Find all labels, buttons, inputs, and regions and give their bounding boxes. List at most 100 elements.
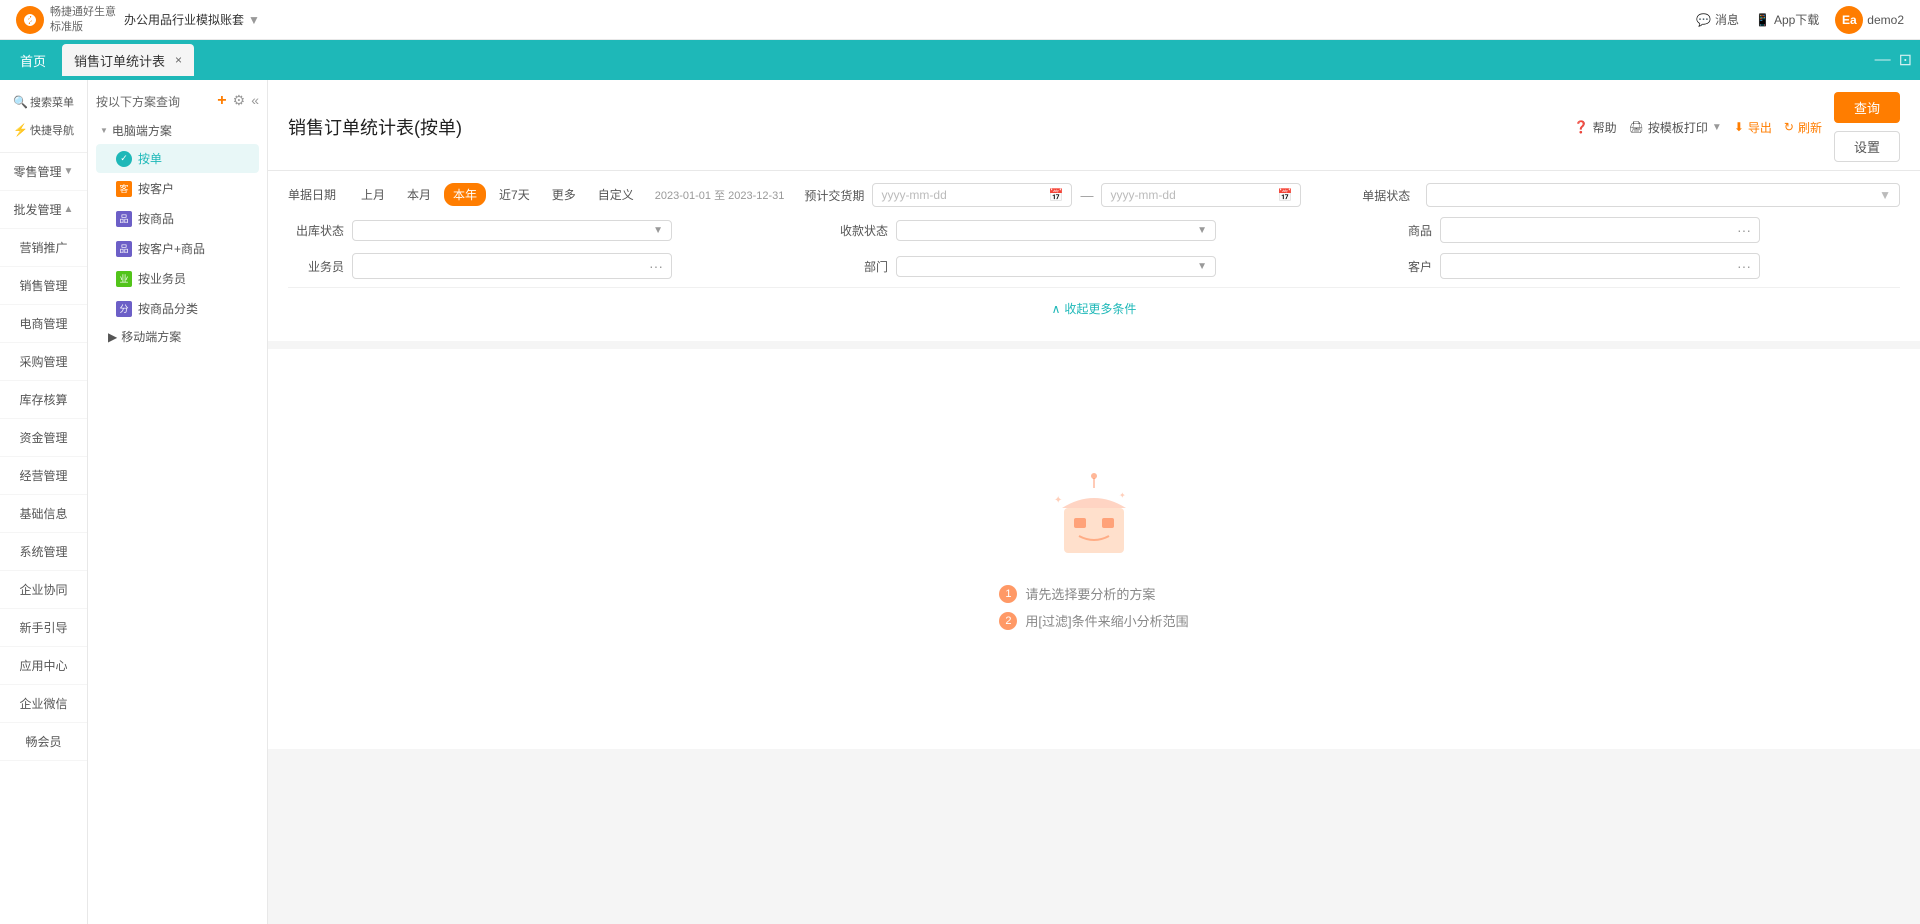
tip-number-1: 1 xyxy=(999,585,1017,603)
sidebar-item-wholesale[interactable]: 批发管理 ▲ xyxy=(0,191,87,229)
delivery-status-select[interactable]: ▼ xyxy=(352,220,672,241)
logo-text: 畅捷通好生意 标准版 xyxy=(50,5,116,34)
message-button[interactable]: 💬 消息 xyxy=(1696,11,1739,28)
left-panel-actions: + ⚙ « xyxy=(217,92,259,110)
date-dash: — xyxy=(1080,188,1093,203)
empty-illustration: ✦ ✦ xyxy=(1044,468,1144,568)
scheme-item-by-customer[interactable]: 客 按客户 xyxy=(96,174,259,203)
tip-number-2: 2 xyxy=(999,612,1017,630)
app-download-button[interactable]: 📱 App下载 xyxy=(1755,11,1819,28)
scheme-category-icon: 分 xyxy=(116,301,132,317)
status-label: 单据状态 xyxy=(1362,187,1418,204)
sidebar: 🔍 搜索菜单 ⚡ 快捷导航 零售管理 ▼ 批发管理 ▲ 营销推广 销售管理 电商… xyxy=(0,80,88,924)
logo-area: 畅捷通好生意 标准版 xyxy=(16,5,116,34)
filter-row-1: 单据日期 上月 本月 本年 近7天 更多 自定义 2023-01-01 至 20… xyxy=(288,183,1900,207)
sidebar-item-system[interactable]: 系统管理 xyxy=(0,533,87,571)
scheme-goods-icon: 品 xyxy=(116,211,132,227)
tab-bar: 首页 销售订单统计表 × — ⊡ xyxy=(0,40,1920,80)
nav-icon: ⚡ xyxy=(13,123,28,137)
export-icon: ⬇ xyxy=(1734,120,1744,134)
expected-date-label: 预计交货期 xyxy=(804,187,864,204)
expected-date-end-input[interactable]: yyyy-mm-dd 📅 xyxy=(1101,183,1301,207)
sidebar-item-member[interactable]: 畅会员 xyxy=(0,723,87,761)
export-button[interactable]: ⬇ 导出 xyxy=(1734,119,1772,136)
salesperson-filter: 业务员 ··· xyxy=(288,253,812,279)
customer-select[interactable]: ··· xyxy=(1440,253,1760,279)
collapse-panel-icon[interactable]: « xyxy=(251,92,259,110)
settings-button[interactable]: 设置 xyxy=(1834,131,1900,162)
sidebar-item-finance[interactable]: 资金管理 xyxy=(0,419,87,457)
date-btn-custom[interactable]: 自定义 xyxy=(589,183,643,206)
sidebar-search-button[interactable]: 🔍 搜索菜单 xyxy=(4,88,83,116)
scheme-item-by-goods[interactable]: 品 按商品 xyxy=(96,204,259,233)
delivery-status-label: 出库状态 xyxy=(288,222,344,239)
date-btn-more[interactable]: 更多 xyxy=(543,183,585,206)
header-left: 畅捷通好生意 标准版 办公用品行业模拟账套 ▼ xyxy=(16,5,260,34)
payment-chevron-icon: ▼ xyxy=(1197,225,1207,236)
message-icon: 💬 xyxy=(1696,13,1711,27)
salesperson-select[interactable]: ··· xyxy=(352,253,672,279)
sidebar-item-retail[interactable]: 零售管理 ▼ xyxy=(0,153,87,191)
page-header: 销售订单统计表(按单) ❓ 帮助 🖨 按模板打印 ▼ ⬇ 导出 xyxy=(268,80,1920,171)
goods-label: 商品 xyxy=(1376,222,1432,239)
svg-text:✦: ✦ xyxy=(1054,495,1062,506)
collapse-button[interactable]: ∧ 收起更多条件 xyxy=(1040,296,1149,321)
scheme-settings-icon[interactable]: ⚙ xyxy=(233,92,246,110)
query-btn-group: 查询 设置 xyxy=(1834,92,1900,162)
download-icon: 📱 xyxy=(1755,13,1770,27)
filter-row-2: 出库状态 ▼ 收款状态 ▼ 商品 xyxy=(288,217,1900,279)
refresh-button[interactable]: ↻ 刷新 xyxy=(1784,119,1822,136)
status-filter-group: 单据状态 ▼ xyxy=(1362,183,1900,207)
empty-tip-2: 2 用[过滤]条件来缩小分析范围 xyxy=(999,611,1188,630)
expected-date-start-input[interactable]: yyyy-mm-dd 📅 xyxy=(872,183,1072,207)
page-header-actions: ❓ 帮助 🖨 按模板打印 ▼ ⬇ 导出 ↻ 刷新 xyxy=(1574,92,1900,162)
tab-home[interactable]: 首页 xyxy=(8,44,58,76)
date-btn-this-month[interactable]: 本月 xyxy=(398,183,440,206)
scheme-item-by-salesperson[interactable]: 业 按业务员 xyxy=(96,264,259,293)
sidebar-item-newbie[interactable]: 新手引导 xyxy=(0,609,87,647)
status-chevron-icon: ▼ xyxy=(1879,188,1891,202)
scheme-item-by-customer-goods[interactable]: 品 按客户+商品 xyxy=(96,234,259,263)
goods-select[interactable]: ··· xyxy=(1440,217,1760,243)
sidebar-item-inventory[interactable]: 库存核算 xyxy=(0,381,87,419)
sidebar-item-basic[interactable]: 基础信息 xyxy=(0,495,87,533)
scheme-section-mobile-toggle[interactable]: ▶ 移动端方案 xyxy=(100,324,263,349)
tab-maximize-icon[interactable]: ⊡ xyxy=(1899,50,1912,70)
scheme-item-by-goods-category[interactable]: 分 按商品分类 xyxy=(96,294,259,323)
date-btn-7days[interactable]: 近7天 xyxy=(490,183,539,206)
goods-dots: ··· xyxy=(1737,222,1751,238)
template-print-button[interactable]: 🖨 按模板打印 ▼ xyxy=(1629,119,1722,136)
calendar-end-icon: 📅 xyxy=(1277,188,1292,202)
breadcrumb[interactable]: 办公用品行业模拟账套 ▼ xyxy=(124,11,260,28)
user-menu[interactable]: Ea demo2 xyxy=(1835,6,1904,34)
sidebar-item-ecommerce[interactable]: 电商管理 xyxy=(0,305,87,343)
help-button[interactable]: ❓ 帮助 xyxy=(1574,119,1617,136)
search-icon: 🔍 xyxy=(13,95,28,109)
add-scheme-icon[interactable]: + xyxy=(217,92,226,110)
sidebar-item-sales[interactable]: 销售管理 xyxy=(0,267,87,305)
tab-sales-order-stat[interactable]: 销售订单统计表 × xyxy=(62,44,194,76)
payment-status-select[interactable]: ▼ xyxy=(896,220,1216,241)
query-button[interactable]: 查询 xyxy=(1834,92,1900,123)
date-btn-last-month[interactable]: 上月 xyxy=(352,183,394,206)
scheme-item-by-order[interactable]: ✓ 按单 xyxy=(96,144,259,173)
department-select[interactable]: ▼ xyxy=(896,256,1216,277)
main-content: 销售订单统计表(按单) ❓ 帮助 🖨 按模板打印 ▼ ⬇ 导出 xyxy=(268,80,1920,924)
sidebar-item-operations[interactable]: 经营管理 xyxy=(0,457,87,495)
sidebar-quick-nav-button[interactable]: ⚡ 快捷导航 xyxy=(4,116,83,144)
sidebar-item-wechat[interactable]: 企业微信 xyxy=(0,685,87,723)
scheme-circle-icon: ✓ xyxy=(116,151,132,167)
sidebar-item-appstore[interactable]: 应用中心 xyxy=(0,647,87,685)
sidebar-item-purchase[interactable]: 采购管理 xyxy=(0,343,87,381)
status-select[interactable]: ▼ xyxy=(1426,183,1900,207)
scheme-section-pc-toggle[interactable]: ▼ 电脑端方案 xyxy=(92,118,263,143)
svg-text:✦: ✦ xyxy=(1119,491,1126,500)
sidebar-item-enterprise[interactable]: 企业协同 xyxy=(0,571,87,609)
payment-status-filter: 收款状态 ▼ xyxy=(832,217,1356,243)
date-btn-this-year[interactable]: 本年 xyxy=(444,183,486,206)
tab-close-icon[interactable]: × xyxy=(175,53,182,67)
customer-label: 客户 xyxy=(1376,258,1432,275)
tab-minimize-icon[interactable]: — xyxy=(1875,51,1891,69)
sidebar-top: 🔍 搜索菜单 ⚡ 快捷导航 xyxy=(0,80,87,153)
sidebar-item-marketing[interactable]: 营销推广 xyxy=(0,229,87,267)
